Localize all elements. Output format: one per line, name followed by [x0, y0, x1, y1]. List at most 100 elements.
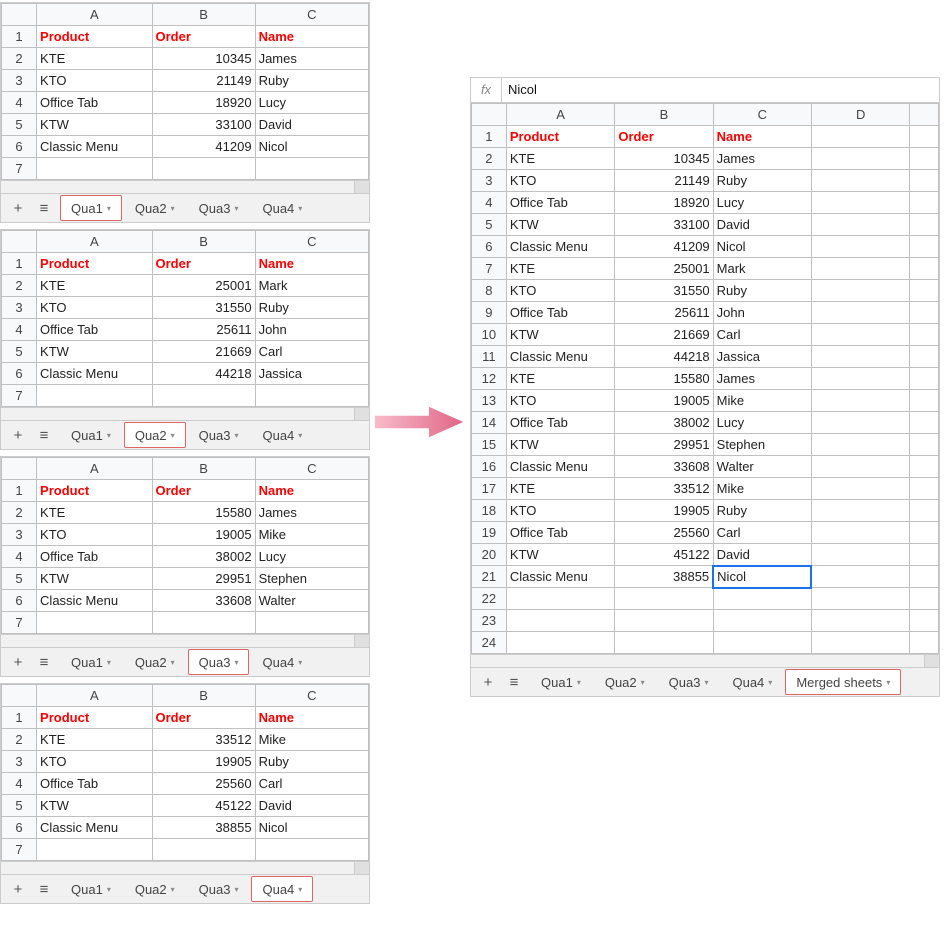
data-cell[interactable]: KTO — [37, 524, 152, 546]
sheet-tab[interactable]: Qua1▾ — [60, 422, 122, 448]
row-header[interactable]: 2 — [2, 275, 37, 297]
data-cell[interactable] — [255, 385, 368, 407]
chevron-down-icon[interactable]: ▾ — [886, 678, 890, 687]
chevron-down-icon[interactable]: ▾ — [107, 885, 111, 894]
data-cell[interactable]: KTW — [37, 795, 152, 817]
data-cell[interactable]: 18920 — [615, 192, 713, 214]
data-cell[interactable] — [37, 612, 152, 634]
sheet-tab[interactable]: Qua3▾ — [188, 876, 250, 902]
data-cell[interactable] — [37, 385, 152, 407]
row-header[interactable]: 2 — [472, 148, 507, 170]
data-cell[interactable] — [910, 148, 939, 170]
selected-cell[interactable]: Nicol — [713, 566, 811, 588]
data-cell[interactable]: 25611 — [152, 319, 255, 341]
data-cell[interactable] — [811, 236, 909, 258]
column-header[interactable]: A — [37, 231, 152, 253]
data-cell[interactable]: Mark — [713, 258, 811, 280]
data-cell[interactable]: KTW — [506, 544, 615, 566]
data-cell[interactable] — [811, 126, 909, 148]
row-header[interactable]: 4 — [2, 546, 37, 568]
data-cell[interactable]: Carl — [713, 324, 811, 346]
data-cell[interactable] — [910, 236, 939, 258]
data-cell[interactable]: Lucy — [713, 192, 811, 214]
sheet-tab[interactable]: Qua3▾ — [188, 195, 250, 221]
sheet-tab[interactable]: Qua3▾ — [658, 669, 720, 695]
corner-cell[interactable] — [2, 458, 37, 480]
data-cell[interactable] — [811, 148, 909, 170]
row-header[interactable]: 18 — [472, 500, 507, 522]
column-header[interactable]: C — [255, 458, 368, 480]
sheet-tab[interactable]: Qua2▾ — [124, 876, 186, 902]
row-header[interactable]: 8 — [472, 280, 507, 302]
data-cell[interactable] — [713, 632, 811, 654]
data-cell[interactable]: 31550 — [615, 280, 713, 302]
column-header[interactable]: B — [615, 104, 713, 126]
row-header[interactable]: 1 — [472, 126, 507, 148]
corner-cell[interactable] — [2, 4, 37, 26]
column-header[interactable]: C — [255, 231, 368, 253]
data-cell[interactable]: 33100 — [152, 114, 255, 136]
row-header[interactable]: 7 — [2, 839, 37, 861]
row-header[interactable]: 4 — [472, 192, 507, 214]
data-cell[interactable]: 15580 — [615, 368, 713, 390]
data-cell[interactable]: Nicol — [713, 236, 811, 258]
data-cell[interactable] — [811, 632, 909, 654]
data-cell[interactable]: Classic Menu — [506, 236, 615, 258]
row-header[interactable]: 20 — [472, 544, 507, 566]
sheet-tab[interactable]: Qua2▾ — [124, 422, 186, 448]
data-cell[interactable]: 44218 — [152, 363, 255, 385]
row-header[interactable]: 7 — [472, 258, 507, 280]
data-cell[interactable] — [910, 434, 939, 456]
data-cell[interactable]: 29951 — [615, 434, 713, 456]
chevron-down-icon[interactable]: ▾ — [234, 885, 238, 894]
row-header[interactable]: 7 — [2, 158, 37, 180]
chevron-down-icon[interactable]: ▾ — [107, 658, 111, 667]
add-sheet-button[interactable]: + — [7, 424, 29, 446]
add-sheet-button[interactable]: + — [7, 197, 29, 219]
data-cell[interactable] — [506, 588, 615, 610]
data-cell[interactable]: Mike — [255, 729, 368, 751]
data-cell[interactable] — [615, 632, 713, 654]
header-cell[interactable]: Product — [37, 480, 152, 502]
row-header[interactable]: 2 — [2, 48, 37, 70]
data-cell[interactable]: 18920 — [152, 92, 255, 114]
data-cell[interactable]: KTO — [506, 390, 615, 412]
data-cell[interactable]: 45122 — [152, 795, 255, 817]
data-cell[interactable]: Classic Menu — [506, 456, 615, 478]
data-cell[interactable]: 21149 — [615, 170, 713, 192]
row-header[interactable]: 4 — [2, 92, 37, 114]
data-cell[interactable]: KTW — [37, 568, 152, 590]
data-cell[interactable]: 10345 — [615, 148, 713, 170]
data-cell[interactable]: 25001 — [152, 275, 255, 297]
data-cell[interactable]: 25560 — [615, 522, 713, 544]
data-cell[interactable]: KTO — [37, 297, 152, 319]
data-cell[interactable]: 19905 — [615, 500, 713, 522]
data-cell[interactable] — [811, 324, 909, 346]
data-cell[interactable] — [615, 588, 713, 610]
data-cell[interactable] — [910, 456, 939, 478]
data-cell[interactable] — [910, 478, 939, 500]
data-cell[interactable] — [811, 566, 909, 588]
chevron-down-icon[interactable]: ▾ — [298, 885, 302, 894]
data-cell[interactable] — [910, 566, 939, 588]
sheet-tab[interactable]: Qua1▾ — [60, 876, 122, 902]
data-cell[interactable] — [811, 610, 909, 632]
chevron-down-icon[interactable]: ▾ — [704, 678, 708, 687]
data-cell[interactable]: Stephen — [255, 568, 368, 590]
chevron-down-icon[interactable]: ▾ — [641, 678, 645, 687]
data-cell[interactable]: Mike — [713, 478, 811, 500]
row-header[interactable]: 6 — [472, 236, 507, 258]
add-sheet-button[interactable]: + — [7, 651, 29, 673]
header-cell[interactable]: Name — [255, 26, 368, 48]
sheet-tab[interactable]: Qua1▾ — [530, 669, 592, 695]
data-cell[interactable]: Mark — [255, 275, 368, 297]
sheet-tab[interactable]: Qua2▾ — [594, 669, 656, 695]
data-cell[interactable]: Ruby — [255, 751, 368, 773]
chevron-down-icon[interactable]: ▾ — [234, 204, 238, 213]
data-cell[interactable]: 38002 — [152, 546, 255, 568]
row-header[interactable]: 2 — [2, 502, 37, 524]
sheet-tab[interactable]: Qua1▾ — [60, 195, 122, 221]
data-cell[interactable]: 44218 — [615, 346, 713, 368]
data-cell[interactable]: KTW — [37, 341, 152, 363]
chevron-down-icon[interactable]: ▾ — [171, 885, 175, 894]
